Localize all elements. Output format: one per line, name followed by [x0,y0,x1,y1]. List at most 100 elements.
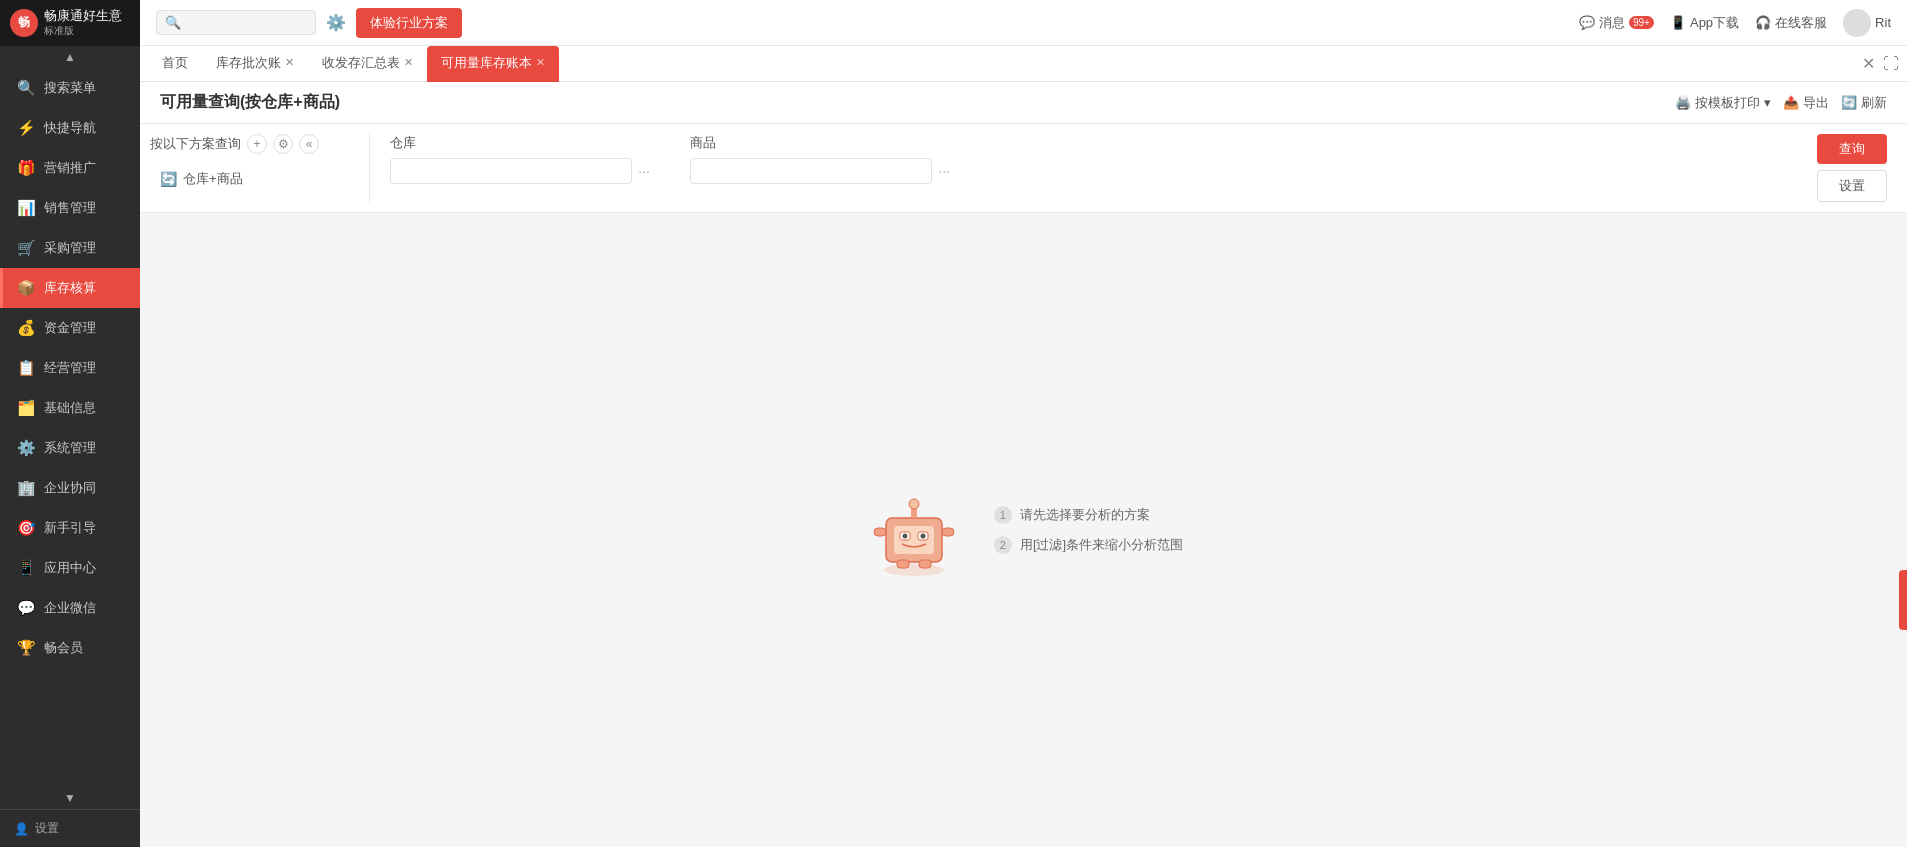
page-content: 可用量查询(按仓库+商品) 🖨️ 按模板打印 ▾ 📤 导出 🔄 刷新 [140,82,1907,847]
product-more-button[interactable]: ··· [938,163,950,179]
headset-icon: 🎧 [1755,15,1771,30]
product-input[interactable] [690,158,932,184]
sidebar-item-membership[interactable]: 🏆 畅会员 [0,628,140,668]
app_center-icon: 📱 [17,559,36,577]
sidebar-nav: 🔍 搜索菜单 ⚡ 快捷导航 🎁 营销推广 📊 销售管理 🛒 采购管理 📦 库存核… [0,68,140,787]
purchase-icon: 🛒 [17,239,36,257]
sidebar-item-wechat[interactable]: 💬 企业微信 [0,588,140,628]
onboarding-icon: 🎯 [17,519,36,537]
expand-icon[interactable]: ⛶ [1883,55,1899,73]
sidebar-item-label: 采购管理 [44,239,96,257]
search-icon: 🔍 [17,79,36,97]
sidebar-item-label: 应用中心 [44,559,96,577]
settings-button[interactable]: 设置 [1817,170,1887,202]
sidebar-item-shortcut[interactable]: ⚡ 快捷导航 [0,108,140,148]
sidebar-item-operations[interactable]: 📋 经营管理 [0,348,140,388]
svg-rect-3 [894,526,934,554]
svg-point-9 [909,499,919,509]
close-tab-batch-account[interactable]: ✕ [285,56,294,69]
empty-state: 1 请先选择要分析的方案 2 用[过滤]条件来缩小分析范围 [140,213,1907,847]
system-icon: ⚙️ [17,439,36,457]
sidebar-item-basic_info[interactable]: 🗂️ 基础信息 [0,388,140,428]
customer-service-button[interactable]: 🎧 在线客服 [1755,14,1827,32]
top-search-input[interactable] [187,16,297,30]
sidebar-item-onboarding[interactable]: 🎯 新手引导 [0,508,140,548]
sidebar-item-inventory[interactable]: 📦 库存核算 [0,268,140,308]
industry-solution-button[interactable]: 体验行业方案 [356,8,462,38]
tab-receipt-summary[interactable]: 收发存汇总表 ✕ [308,46,427,82]
filter-fields: 仓库 ··· 商品 ··· 查询 设置 [370,134,1907,202]
template-print-button[interactable]: 🖨️ 按模板打印 ▾ [1675,94,1771,112]
edition-label: 标准版 [44,24,122,38]
sidebar-item-label: 库存核算 [44,279,96,297]
sidebar-item-label: 搜索菜单 [44,79,96,97]
sidebar-item-system[interactable]: ⚙️ 系统管理 [0,428,140,468]
svg-point-0 [884,564,944,576]
collapse-scheme-button[interactable]: « [299,134,319,154]
add-scheme-button[interactable]: + [247,134,267,154]
top-bar: 🔍 ⚙️ 体验行业方案 💬 消息 99+ 📱 App下载 🎧 在线客服 Rit [140,0,1907,46]
sidebar-scroll-down[interactable]: ▼ [0,787,140,809]
svg-rect-10 [874,528,886,536]
export-icon: 📤 [1783,95,1799,110]
sidebar-footer: 👤 设置 [0,809,140,847]
sidebar-item-sales[interactable]: 📊 销售管理 [0,188,140,228]
shortcut-icon: ⚡ [17,119,36,137]
edit-scheme-button[interactable]: ⚙ [273,134,293,154]
message-badge: 99+ [1629,16,1654,29]
sidebar-item-label: 新手引导 [44,519,96,537]
top-search-box[interactable]: 🔍 [156,10,316,35]
close-tab-receipt-summary[interactable]: ✕ [404,56,413,69]
tab-home[interactable]: 首页 [148,46,202,82]
app-icon: 📱 [1670,15,1686,30]
user-avatar-button[interactable]: Rit [1843,9,1891,37]
chevron-down-icon: ▾ [1764,95,1771,110]
svg-point-7 [920,534,925,539]
svg-point-6 [902,534,907,539]
page-header: 可用量查询(按仓库+商品) 🖨️ 按模板打印 ▾ 📤 导出 🔄 刷新 [140,82,1907,124]
membership-icon: 🏆 [17,639,36,657]
svg-rect-11 [942,528,954,536]
scheme-icon: 🔄 [160,171,177,187]
sidebar-item-marketing_promo[interactable]: 🎁 营销推广 [0,148,140,188]
sidebar-item-label: 营销推广 [44,159,96,177]
sidebar-item-label: 企业协同 [44,479,96,497]
warehouse-input[interactable] [390,158,632,184]
sidebar-item-enterprise[interactable]: 🏢 企业协同 [0,468,140,508]
print-icon: 🖨️ [1675,95,1691,110]
query-button[interactable]: 查询 [1817,134,1887,164]
settings-icon[interactable]: ⚙️ [326,13,346,32]
sidebar: 畅 畅康通好生意 标准版 ▲ 🔍 搜索菜单 ⚡ 快捷导航 🎁 营销推广 📊 销售… [0,0,140,847]
main-area: 🔍 ⚙️ 体验行业方案 💬 消息 99+ 📱 App下载 🎧 在线客服 Rit [140,0,1907,847]
empty-hint-list: 1 请先选择要分析的方案 2 用[过滤]条件来缩小分析范围 [994,506,1183,554]
wechat-icon: 💬 [17,599,36,617]
sidebar-scroll-up[interactable]: ▲ [0,46,140,68]
sidebar-item-app_center[interactable]: 📱 应用中心 [0,548,140,588]
scheme-warehouse-product[interactable]: 🔄 仓库+商品 [150,162,359,196]
sidebar-item-purchase[interactable]: 🛒 采购管理 [0,228,140,268]
page-title: 可用量查询(按仓库+商品) [160,92,340,113]
tab-batch-account[interactable]: 库存批次账 ✕ [202,46,308,82]
warehouse-more-button[interactable]: ··· [638,163,650,179]
filter-scheme-label: 按以下方案查询 [150,135,241,153]
sidebar-item-search[interactable]: 🔍 搜索菜单 [0,68,140,108]
search-icon: 🔍 [165,15,181,30]
warehouse-filter-group: 仓库 ··· [390,134,650,184]
finance-icon: 💰 [17,319,36,337]
refresh-button[interactable]: 🔄 刷新 [1841,94,1887,112]
sidebar-item-finance[interactable]: 💰 资金管理 [0,308,140,348]
message-button[interactable]: 💬 消息 99+ [1579,14,1654,32]
empty-hint-1: 1 请先选择要分析的方案 [994,506,1183,524]
close-tab-icon[interactable]: ✕ [1862,54,1875,73]
app-download-button[interactable]: 📱 App下载 [1670,14,1739,32]
tab-available-ledger[interactable]: 可用量库存账本 ✕ [427,46,559,82]
sidebar-header: 畅 畅康通好生意 标准版 [0,0,140,46]
close-tab-available-ledger[interactable]: ✕ [536,56,545,69]
product-filter-group: 商品 ··· [690,134,950,184]
filter-schemes: 按以下方案查询 + ⚙ « 🔄 仓库+商品 [140,134,370,202]
top-bar-actions: 💬 消息 99+ 📱 App下载 🎧 在线客服 Rit [1579,9,1891,37]
marketing_promo-icon: 🎁 [17,159,36,177]
export-button[interactable]: 📤 导出 [1783,94,1829,112]
inventory-icon: 📦 [17,279,36,297]
empty-hint-2: 2 用[过滤]条件来缩小分析范围 [994,536,1183,554]
